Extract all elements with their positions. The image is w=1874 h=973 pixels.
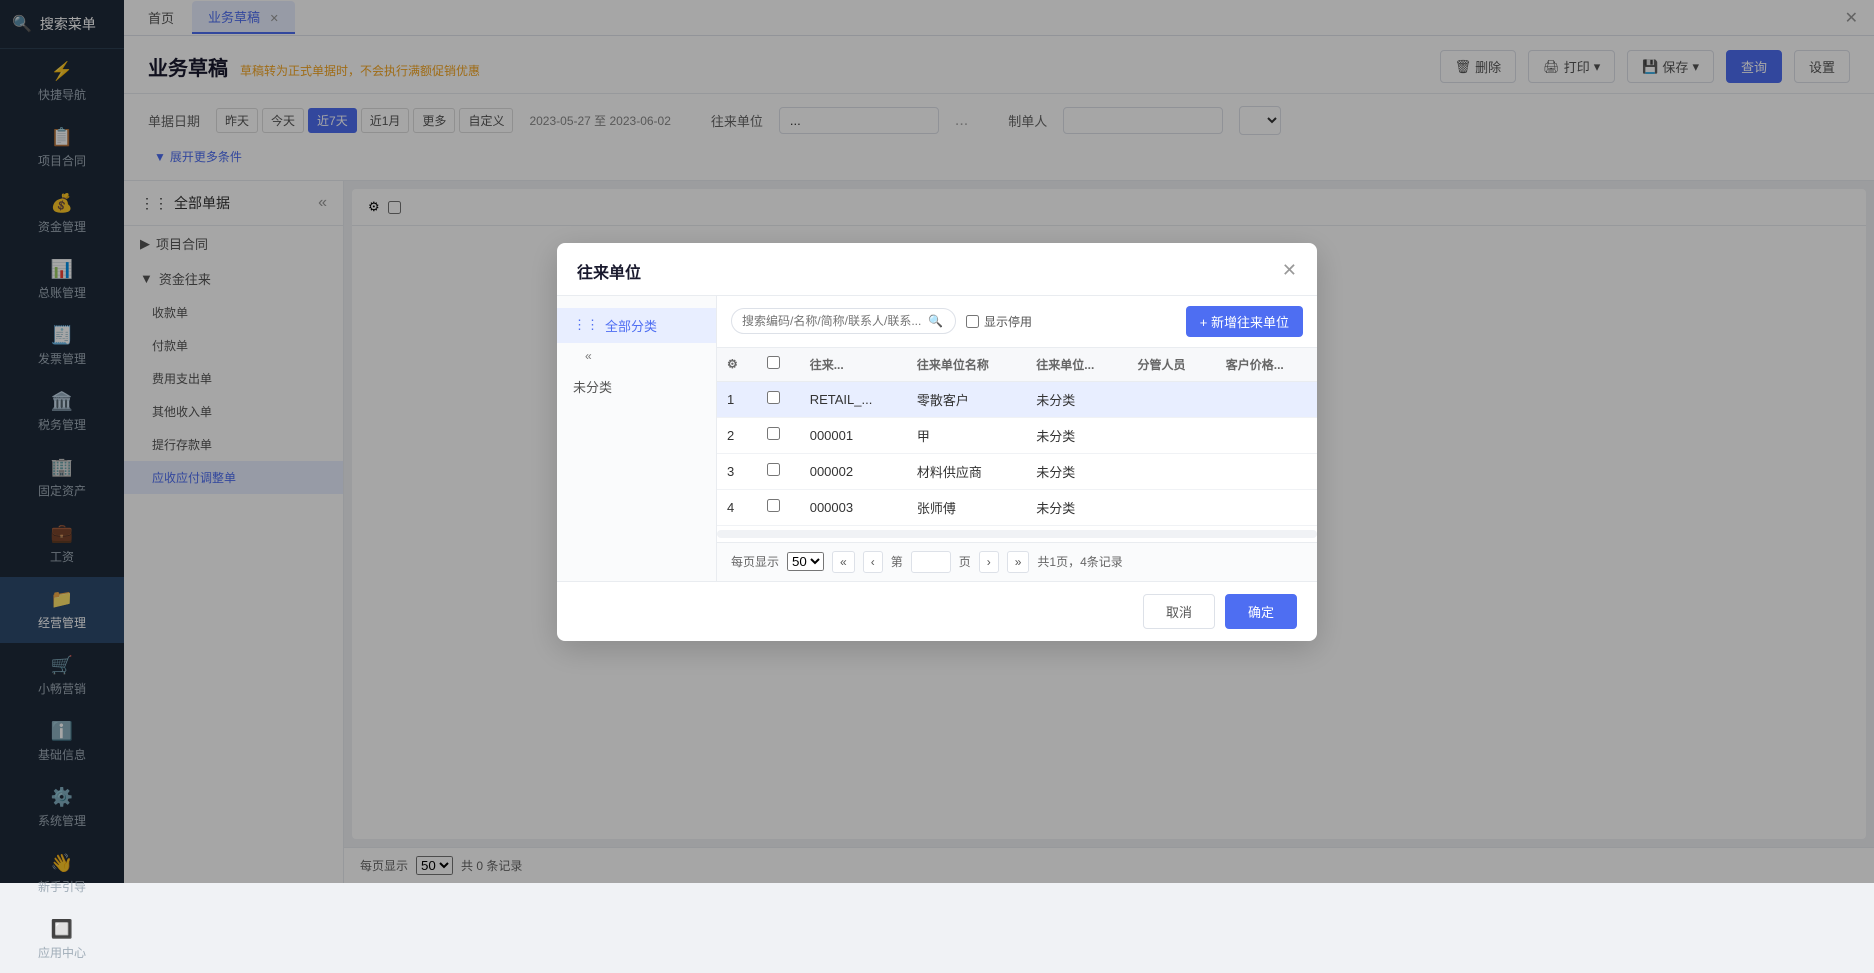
horizontal-scrollbar[interactable] [717, 530, 1317, 538]
row-code: 000002 [800, 453, 907, 489]
th-salesperson: 分管人员 [1128, 348, 1216, 382]
partner-table: ⚙ 往来... 往来单位名称 往来单位... 分管人员 客户价格... 1 [717, 348, 1317, 526]
dialog-per-page-select[interactable]: 50 [787, 552, 824, 571]
row-code: RETAIL_... [800, 381, 907, 417]
grid-icon: ⋮⋮ [573, 317, 599, 333]
row-checkbox[interactable] [757, 453, 800, 489]
th-name: 往来单位名称 [907, 348, 1026, 382]
th-code: 往来... [800, 348, 907, 382]
row-salesperson [1128, 417, 1216, 453]
category-unclassified[interactable]: 未分类 [557, 369, 716, 404]
row-type: 未分类 [1026, 417, 1127, 453]
th-settings[interactable]: ⚙ [717, 348, 757, 382]
dialog-title: 往来单位 [577, 259, 641, 283]
row-name: 甲 [907, 417, 1026, 453]
row-type: 未分类 [1026, 381, 1127, 417]
dialog-action-bar: 取消 确定 [557, 581, 1317, 641]
total-label: 共1页，4条记录 [1037, 553, 1122, 570]
dialog-right-panel: 🔍 显示停用 + 新增往来单位 ⚙ 往来... [717, 296, 1317, 581]
cancel-button[interactable]: 取消 [1143, 594, 1215, 629]
app-center-icon: 🔲 [51, 919, 73, 940]
row-price-level [1216, 381, 1317, 417]
dialog-table-wrap: ⚙ 往来... 往来单位名称 往来单位... 分管人员 客户价格... 1 [717, 348, 1317, 526]
next-page-button[interactable]: › [979, 551, 999, 573]
dialog-body: ⋮⋮ 全部分类 « 未分类 🔍 显示停用 [557, 296, 1317, 581]
row-checkbox[interactable] [757, 417, 800, 453]
row-checkbox[interactable] [757, 489, 800, 525]
table-row[interactable]: 1 RETAIL_... 零散客户 未分类 [717, 381, 1317, 417]
row-num: 4 [717, 489, 757, 525]
page-number-input[interactable]: 1 [911, 551, 951, 573]
row-checkbox[interactable] [757, 381, 800, 417]
modal-overlay: 往来单位 ✕ ⋮⋮ 全部分类 « 未分类 🔍 [0, 0, 1874, 883]
row-salesperson [1128, 381, 1216, 417]
th-type: 往来单位... [1026, 348, 1127, 382]
last-page-button[interactable]: » [1007, 551, 1030, 573]
row-code: 000003 [800, 489, 907, 525]
dialog-close-button[interactable]: ✕ [1282, 260, 1297, 281]
th-price-level: 客户价格... [1216, 348, 1317, 382]
show-disabled-label: 显示停用 [984, 313, 1032, 330]
dialog-categories: ⋮⋮ 全部分类 « 未分类 [557, 296, 717, 581]
row-num: 1 [717, 381, 757, 417]
row-num: 3 [717, 453, 757, 489]
row-type: 未分类 [1026, 453, 1127, 489]
dialog-pagination-bar: 每页显示 50 « ‹ 第 1 页 › » 共1页，4条记录 [717, 542, 1317, 581]
show-disabled-input[interactable] [966, 315, 979, 328]
row-name: 材料供应商 [907, 453, 1026, 489]
category-unclassified-label: 未分类 [573, 377, 612, 396]
row-name: 张师傅 [907, 489, 1026, 525]
row-salesperson [1128, 489, 1216, 525]
dialog-search-box: 🔍 [731, 308, 956, 334]
sidebar-item-label: 应用中心 [38, 944, 86, 961]
row-price-level [1216, 453, 1317, 489]
table-row[interactable]: 3 000002 材料供应商 未分类 [717, 453, 1317, 489]
category-collapse-btn[interactable]: « [557, 343, 716, 369]
dialog-search-input[interactable] [742, 314, 922, 328]
prev-page-button[interactable]: ‹ [863, 551, 883, 573]
show-disabled-checkbox[interactable]: 显示停用 [966, 313, 1032, 330]
row-price-level [1216, 489, 1317, 525]
row-name: 零散客户 [907, 381, 1026, 417]
select-all-checkbox[interactable] [767, 356, 780, 369]
first-page-button[interactable]: « [832, 551, 855, 573]
row-price-level [1216, 417, 1317, 453]
category-all[interactable]: ⋮⋮ 全部分类 [557, 308, 716, 343]
table-row[interactable]: 4 000003 张师傅 未分类 [717, 489, 1317, 525]
dialog-toolbar: 🔍 显示停用 + 新增往来单位 [717, 296, 1317, 348]
search-icon: 🔍 [928, 314, 943, 328]
table-row[interactable]: 2 000001 甲 未分类 [717, 417, 1317, 453]
sidebar-item-app-center[interactable]: 🔲 应用中心 [0, 907, 124, 973]
page-label: 第 [891, 553, 903, 570]
row-type: 未分类 [1026, 489, 1127, 525]
partner-dialog: 往来单位 ✕ ⋮⋮ 全部分类 « 未分类 🔍 [557, 243, 1317, 641]
category-all-label: 全部分类 [605, 316, 657, 335]
dialog-per-page-label: 每页显示 [731, 553, 779, 570]
page-suffix: 页 [959, 553, 971, 570]
confirm-button[interactable]: 确定 [1225, 594, 1297, 629]
dialog-header: 往来单位 ✕ [557, 243, 1317, 296]
row-code: 000001 [800, 417, 907, 453]
th-checkbox[interactable] [757, 348, 800, 382]
row-salesperson [1128, 453, 1216, 489]
row-num: 2 [717, 417, 757, 453]
new-partner-button[interactable]: + 新增往来单位 [1186, 306, 1303, 337]
table-header-row: ⚙ 往来... 往来单位名称 往来单位... 分管人员 客户价格... [717, 348, 1317, 382]
